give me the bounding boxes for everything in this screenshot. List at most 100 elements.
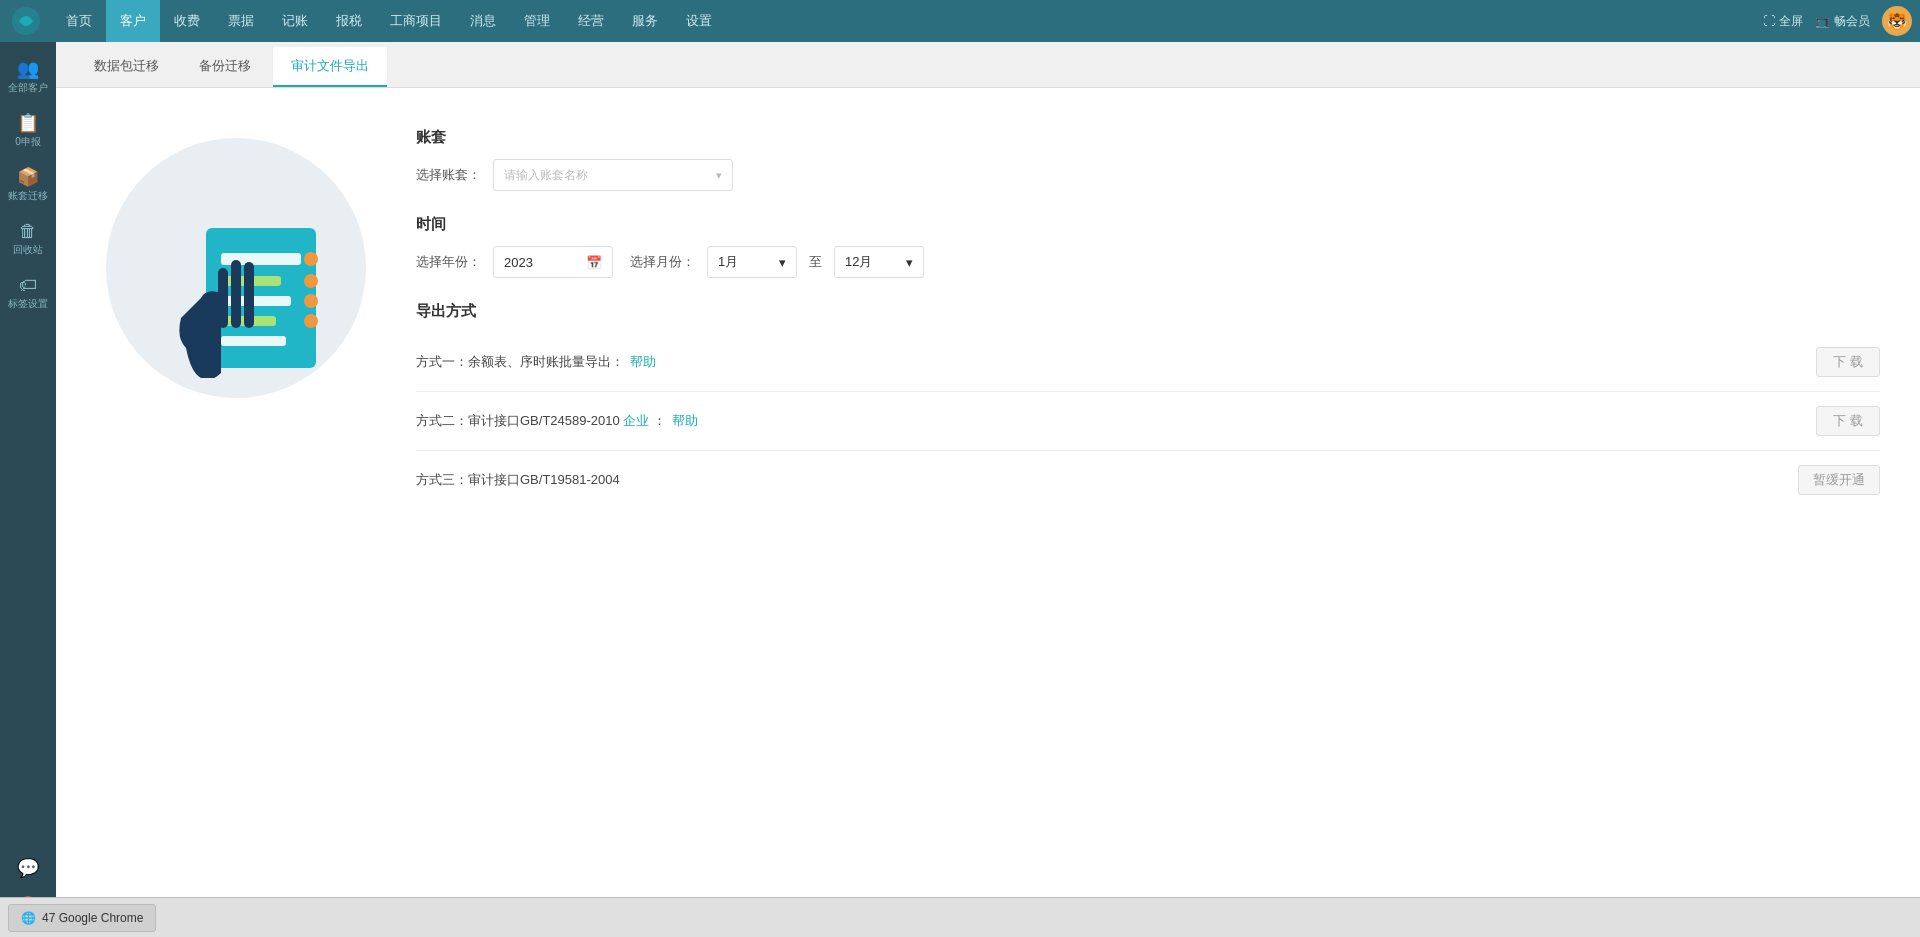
nav-manage[interactable]: 管理 (510, 0, 564, 42)
taskbar-chrome-item[interactable]: 🌐 47 Google Chrome (8, 904, 156, 932)
month-end-select[interactable]: 12月 ▾ (834, 246, 924, 278)
account-placeholder: 请输入账套名称 (504, 167, 588, 184)
tag-icon: 🏷 (19, 276, 37, 294)
tab-audit-export[interactable]: 审计文件导出 (273, 47, 387, 87)
vip-icon: 📺 (1815, 14, 1830, 28)
month-end-value: 12月 (845, 253, 872, 271)
year-label: 选择年份： (416, 253, 481, 271)
year-value: 2023 (504, 255, 533, 270)
message-icon: 💬 (17, 859, 39, 877)
method1-help-link[interactable]: 帮助 (630, 354, 656, 369)
chrome-icon: 🌐 (21, 911, 36, 925)
svg-point-8 (304, 274, 318, 288)
taskbar: 🌐 47 Google Chrome (0, 897, 1920, 937)
sidebar-item-account-migration[interactable]: 📦 账套迁移 (0, 158, 56, 212)
method2-download-button[interactable]: 下 载 (1816, 406, 1880, 436)
method3-text: 方式三：审计接口GB/T19581-2004 (416, 472, 620, 487)
method2-help-link[interactable]: 帮助 (672, 413, 698, 428)
customers-icon: 👥 (17, 60, 39, 78)
month-start-chevron-icon: ▾ (779, 255, 786, 270)
svg-rect-12 (231, 260, 241, 328)
nav-accounting[interactable]: 记账 (268, 0, 322, 42)
nav-items: 首页 客户 收费 票据 记账 报税 工商项目 消息 管理 经营 服务 设置 (52, 0, 1763, 42)
illustration-circle (106, 138, 366, 398)
recycle-icon: 🗑 (19, 222, 37, 240)
method2-label: 方式二：审计接口GB/T24589-2010 企业 ： 帮助 (416, 412, 1804, 430)
sidebar-label-declare: 0申报 (15, 136, 41, 148)
taskbar-item-label: 47 Google Chrome (42, 911, 143, 925)
account-label: 选择账套： (416, 166, 481, 184)
nav-invoice[interactable]: 票据 (214, 0, 268, 42)
account-chevron-icon: ▾ (716, 169, 722, 182)
method2-text: 方式二：审计接口GB/T24589-2010 (416, 413, 620, 428)
page-content: 账套 选择账套： 请输入账套名称 ▾ 时间 选择年份： (56, 88, 1920, 937)
nav-service[interactable]: 服务 (618, 0, 672, 42)
calendar-icon: 📅 (586, 255, 602, 270)
sidebar-label-migration: 账套迁移 (8, 190, 48, 202)
svg-point-9 (304, 294, 318, 308)
year-input[interactable]: 2023 📅 (493, 246, 613, 278)
sidebar-label-recycle: 回收站 (13, 244, 43, 256)
audit-illustration (136, 158, 336, 378)
export-section: 导出方式 方式一：余额表、序时账批量导出： 帮助 下 载 (416, 302, 1880, 509)
sidebar-item-tags[interactable]: 🏷 标签设置 (0, 266, 56, 320)
method2-colon: ： (653, 413, 666, 428)
account-section-title: 账套 (416, 128, 1880, 147)
nav-settings[interactable]: 设置 (672, 0, 726, 42)
month-label: 选择月份： (625, 253, 695, 271)
svg-point-10 (304, 314, 318, 328)
nav-tax[interactable]: 报税 (322, 0, 376, 42)
nav-operation[interactable]: 经营 (564, 0, 618, 42)
avatar[interactable]: 🐯 (1882, 6, 1912, 36)
method1-label: 方式一：余额表、序时账批量导出： 帮助 (416, 353, 1804, 371)
month-separator: 至 (809, 253, 822, 271)
account-select[interactable]: 请输入账套名称 ▾ (493, 159, 733, 191)
tab-data-migration[interactable]: 数据包迁移 (76, 47, 177, 87)
account-form-row: 选择账套： 请输入账套名称 ▾ (416, 159, 1880, 191)
svg-rect-6 (221, 336, 286, 346)
form-area: 账套 选择账套： 请输入账套名称 ▾ 时间 选择年份： (416, 118, 1880, 907)
sidebar-label-customers: 全部客户 (8, 82, 48, 94)
export-method-3: 方式三：审计接口GB/T19581-2004 暂缓开通 (416, 451, 1880, 509)
nav-business[interactable]: 工商项目 (376, 0, 456, 42)
svg-rect-11 (218, 268, 228, 328)
sidebar: 👥 全部客户 📋 0申报 📦 账套迁移 🗑 回收站 🏷 标签设置 💬 ❓ (0, 42, 56, 937)
illustration-area (96, 118, 376, 907)
export-methods: 方式一：余额表、序时账批量导出： 帮助 下 载 方式二：审计接口GB/T2458… (416, 333, 1880, 509)
time-section-title: 时间 (416, 215, 1880, 234)
declare-icon: 📋 (17, 114, 39, 132)
export-method-1: 方式一：余额表、序时账批量导出： 帮助 下 载 (416, 333, 1880, 392)
nav-message[interactable]: 消息 (456, 0, 510, 42)
method1-text: 方式一：余额表、序时账批量导出： (416, 354, 624, 369)
tab-bar: 数据包迁移 备份迁移 审计文件导出 (56, 42, 1920, 88)
month-start-select[interactable]: 1月 ▾ (707, 246, 797, 278)
time-section: 时间 选择年份： 2023 📅 选择月份： 1月 ▾ 至 (416, 215, 1880, 278)
migration-icon: 📦 (17, 168, 39, 186)
method1-download-button[interactable]: 下 载 (1816, 347, 1880, 377)
sidebar-item-recycle[interactable]: 🗑 回收站 (0, 212, 56, 266)
nav-customer[interactable]: 客户 (106, 0, 160, 42)
sidebar-item-messages[interactable]: 💬 (0, 849, 56, 887)
app-logo (8, 3, 44, 39)
content-area: 数据包迁移 备份迁移 审计文件导出 (56, 42, 1920, 937)
vip-button[interactable]: 📺 畅会员 (1815, 13, 1870, 30)
top-nav: 首页 客户 收费 票据 记账 报税 工商项目 消息 管理 经营 服务 设置 ⛶ … (0, 0, 1920, 42)
month-start-value: 1月 (718, 253, 738, 271)
nav-fee[interactable]: 收费 (160, 0, 214, 42)
time-form-row: 选择年份： 2023 📅 选择月份： 1月 ▾ 至 12月 (416, 246, 1880, 278)
svg-rect-13 (244, 262, 254, 328)
fullscreen-icon: ⛶ (1763, 14, 1775, 28)
method3-vip-button[interactable]: 暂缓开通 (1798, 465, 1880, 495)
nav-home[interactable]: 首页 (52, 0, 106, 42)
sidebar-item-zero-declare[interactable]: 📋 0申报 (0, 104, 56, 158)
svg-point-7 (304, 252, 318, 266)
nav-right: ⛶ 全屏 📺 畅会员 🐯 (1763, 6, 1912, 36)
method2-enterprise-link[interactable]: 企业 (623, 413, 649, 428)
fullscreen-button[interactable]: ⛶ 全屏 (1763, 13, 1803, 30)
export-section-title: 导出方式 (416, 302, 1880, 321)
export-method-2: 方式二：审计接口GB/T24589-2010 企业 ： 帮助 下 载 (416, 392, 1880, 451)
tab-backup-migration[interactable]: 备份迁移 (181, 47, 269, 87)
sidebar-item-all-customers[interactable]: 👥 全部客户 (0, 50, 56, 104)
method3-label: 方式三：审计接口GB/T19581-2004 (416, 471, 1786, 489)
sidebar-label-tags: 标签设置 (8, 298, 48, 310)
